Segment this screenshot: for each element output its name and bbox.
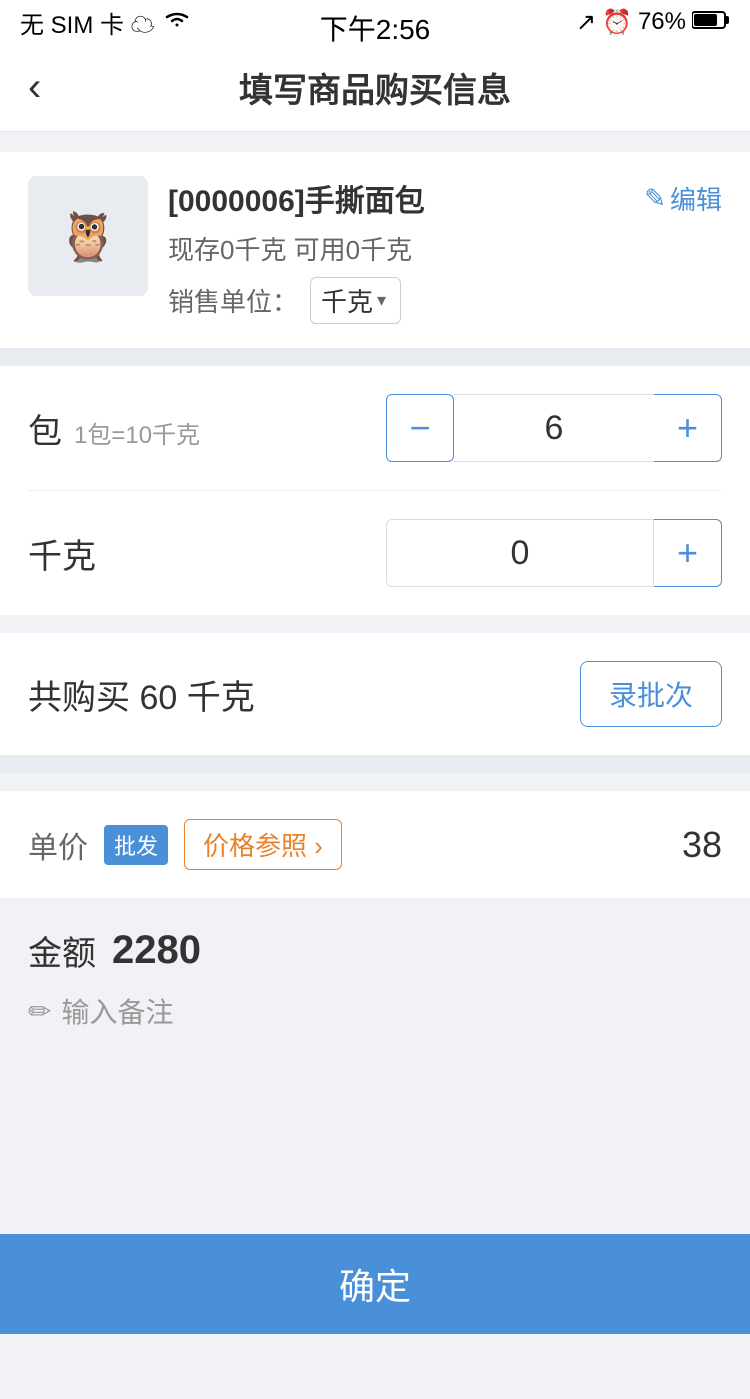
amount-section: 金额 2280 ✏ 输入备注: [0, 898, 750, 1059]
input-section: 包 1包=10千克 − + 千克 +: [0, 366, 750, 615]
edit-label: 编辑: [670, 180, 722, 217]
kg-quantity-input[interactable]: [386, 519, 654, 587]
kg-controls: +: [386, 519, 722, 587]
bao-increment-button[interactable]: +: [654, 394, 722, 462]
status-left: 无 SIM 卡 ☁: [20, 5, 191, 40]
price-section: 单价 批发 价格参照 › 38: [0, 791, 750, 898]
status-time: 下午2:56: [320, 8, 431, 48]
bao-label-sub: 1包=10千克: [74, 415, 200, 450]
price-reference-button[interactable]: 价格参照 ›: [184, 819, 342, 870]
price-value: 38: [682, 824, 722, 866]
amount-label: 金额: [28, 926, 96, 975]
confirm-button[interactable]: 确定: [0, 1234, 750, 1334]
kg-label-main: 千克: [28, 529, 96, 578]
dropdown-arrow-icon: ▾: [377, 290, 386, 311]
summary-section: 共购买 60 千克 录批次: [0, 633, 750, 755]
kg-label: 千克: [28, 529, 386, 578]
price-type-tag: 批发: [104, 825, 168, 865]
edit-icon: ✎: [644, 183, 666, 214]
unit-label: 销售单位：: [168, 282, 298, 319]
product-image: 🦉: [28, 176, 148, 296]
product-stock: 现存0千克 可用0千克: [168, 230, 722, 267]
wifi-icon: [163, 8, 191, 36]
bao-controls: − +: [386, 394, 722, 462]
amount-value: 2280: [112, 928, 201, 973]
divider-1: [0, 348, 750, 366]
nav-bar: ‹ 填写商品购买信息: [0, 44, 750, 132]
location-icon: ↗: [576, 8, 596, 37]
bao-label-main: 包: [28, 404, 62, 453]
product-unit-row: 销售单位： 千克 ▾: [168, 277, 722, 324]
kg-input-row: 千克 +: [28, 491, 722, 615]
back-button[interactable]: ‹: [28, 65, 41, 110]
page-title: 填写商品购买信息: [239, 63, 511, 112]
unit-dropdown[interactable]: 千克 ▾: [310, 277, 401, 324]
edit-button[interactable]: ✎ 编辑: [644, 180, 722, 217]
unit-value: 千克: [321, 282, 373, 319]
product-name: [0000006]手撕面包: [168, 176, 722, 220]
bottom-space: [0, 1059, 750, 1399]
summary-text: 共购买 60 千克: [28, 670, 255, 719]
remark-row[interactable]: ✏ 输入备注: [28, 991, 722, 1031]
pencil-icon: ✏: [28, 995, 51, 1028]
price-label: 单价: [28, 823, 88, 867]
product-logo-icon: 🦉: [58, 208, 118, 265]
battery-percent: 76%: [638, 8, 686, 36]
alarm-icon: ⏰: [602, 8, 632, 37]
status-right: ↗ ⏰ 76%: [576, 8, 730, 37]
product-card: 🦉 [0000006]手撕面包 现存0千克 可用0千克 销售单位： 千克 ▾ ✎…: [0, 152, 750, 348]
remark-placeholder: 输入备注: [61, 991, 173, 1031]
batch-button[interactable]: 录批次: [580, 661, 722, 727]
battery-icon: [692, 8, 730, 36]
amount-row: 金额 2280: [28, 926, 722, 975]
status-bar: 无 SIM 卡 ☁ 下午2:56 ↗ ⏰ 76%: [0, 0, 750, 44]
product-info: [0000006]手撕面包 现存0千克 可用0千克 销售单位： 千克 ▾: [168, 176, 722, 324]
bao-decrement-button[interactable]: −: [386, 394, 454, 462]
bao-quantity-input[interactable]: [454, 394, 654, 462]
bao-input-row: 包 1包=10千克 − +: [28, 366, 722, 491]
sim-status: 无 SIM 卡 ☁: [20, 5, 155, 40]
kg-increment-button[interactable]: +: [654, 519, 722, 587]
divider-2: [0, 755, 750, 773]
bao-label: 包 1包=10千克: [28, 404, 386, 453]
